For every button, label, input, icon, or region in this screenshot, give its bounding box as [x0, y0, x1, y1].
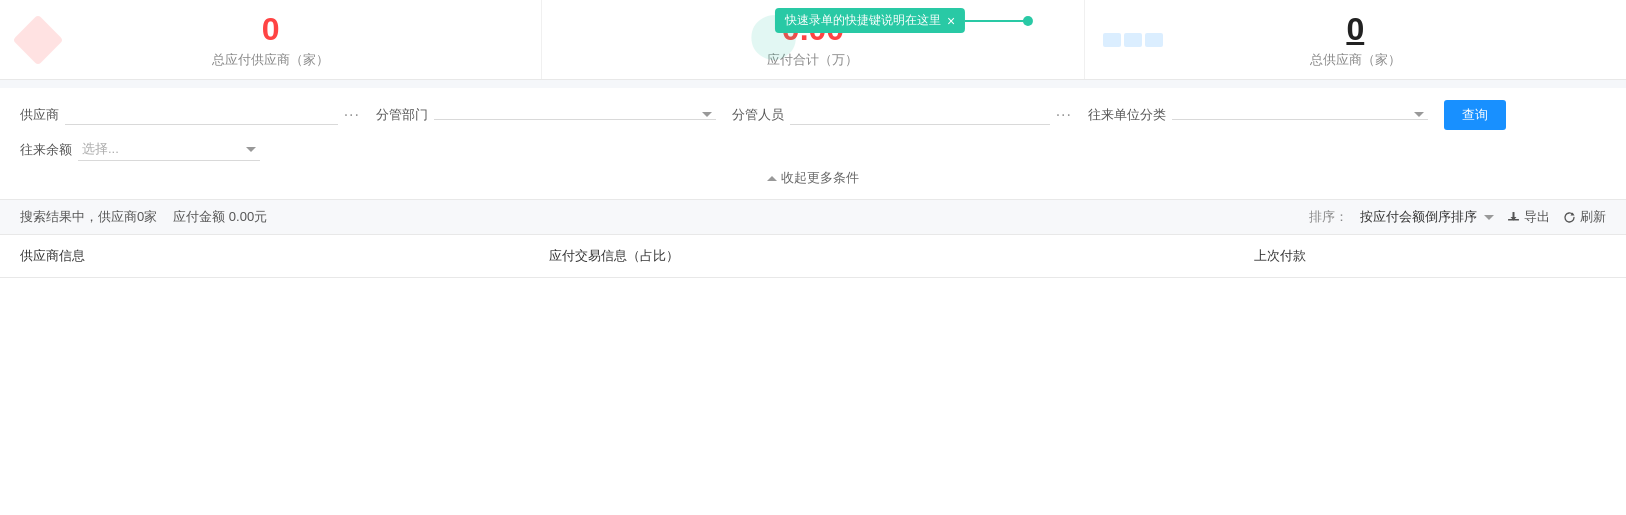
diamond-logo-icon: ★: [12, 14, 64, 66]
filter-area: 供应商 ··· 分管部门 分管人员 ··· 往来单位分类 查询: [0, 88, 1626, 200]
stats-bar: ★ 0 总应付供应商（家） ⬤ 0.00 应付合计（万） 快速录单的快捷键说明在…: [0, 0, 1626, 80]
col-transaction-header: 应付交易信息（占比）: [549, 247, 1254, 265]
person-input[interactable]: [790, 105, 1050, 125]
payable-suppliers-number: 0: [262, 10, 280, 48]
refresh-button[interactable]: 刷新: [1562, 208, 1606, 226]
boxes-icon: [1103, 33, 1163, 47]
stat-payable-total: ⬤ 0.00 应付合计（万） 快速录单的快捷键说明在这里 ×: [542, 0, 1084, 79]
stat-total-payable-suppliers: ★ 0 总应付供应商（家）: [0, 0, 542, 79]
unit-category-chevron-icon: [1414, 112, 1424, 117]
export-icon: [1506, 210, 1520, 224]
department-filter-group: 分管部门: [376, 106, 716, 124]
person-dots[interactable]: ···: [1056, 106, 1072, 124]
collapse-label: 收起更多条件: [781, 169, 859, 187]
total-suppliers-label: 总供应商（家）: [1310, 51, 1401, 69]
supplier-filter-group: 供应商 ···: [20, 105, 360, 125]
supplier-input[interactable]: [65, 105, 338, 125]
export-button[interactable]: 导出: [1506, 208, 1550, 226]
result-bar: 搜索结果中，供应商0家 应付金额 0.00元 排序： 按应付会额倒序排序 导出: [0, 200, 1626, 235]
department-label: 分管部门: [376, 106, 428, 124]
table-body: [0, 278, 1626, 515]
result-actions: 排序： 按应付会额倒序排序 导出 刷新: [1309, 208, 1606, 226]
result-suppliers: 搜索结果中，供应商0家: [20, 208, 157, 226]
query-button[interactable]: 查询: [1444, 100, 1506, 130]
collapse-button[interactable]: 收起更多条件: [767, 169, 859, 187]
svg-text:★: ★: [32, 31, 45, 47]
filter-row-1: 供应商 ··· 分管部门 分管人员 ··· 往来单位分类 查询: [20, 100, 1606, 130]
person-label: 分管人员: [732, 106, 784, 124]
unit-category-select[interactable]: [1172, 110, 1428, 120]
table-header: 供应商信息 应付交易信息（占比） 上次付款: [0, 235, 1626, 278]
export-label: 导出: [1524, 208, 1550, 226]
collapse-arrow-icon: [767, 176, 777, 181]
department-select[interactable]: [434, 110, 716, 120]
unit-category-label: 往来单位分类: [1088, 106, 1166, 124]
result-summary: 搜索结果中，供应商0家 应付金额 0.00元: [20, 208, 267, 226]
person-filter-group: 分管人员 ···: [732, 105, 1072, 125]
result-amount: 应付金额 0.00元: [173, 208, 267, 226]
col-supplier-header: 供应商信息: [20, 247, 549, 265]
tooltip-dot: [1023, 16, 1033, 26]
balance-label: 往来余额: [20, 141, 72, 159]
filter-row-2: 往来余额 选择...: [20, 138, 1606, 161]
sort-select[interactable]: 按应付会额倒序排序: [1360, 208, 1494, 226]
department-chevron-icon: [702, 112, 712, 117]
supplier-dots[interactable]: ···: [344, 106, 360, 124]
sort-chevron-icon: [1484, 215, 1494, 220]
balance-filter-group: 往来余额 选择...: [20, 138, 260, 161]
balance-select[interactable]: 选择...: [78, 138, 260, 161]
stat-total-suppliers: 0 总供应商（家）: [1085, 0, 1626, 79]
sort-label: 排序：: [1309, 208, 1348, 226]
payable-suppliers-label: 总应付供应商（家）: [212, 51, 329, 69]
tooltip-text: 快速录单的快捷键说明在这里: [785, 12, 941, 29]
col-lastpay-header: 上次付款: [1254, 247, 1606, 265]
tooltip-close-button[interactable]: ×: [947, 14, 955, 28]
refresh-label: 刷新: [1580, 208, 1606, 226]
supplier-label: 供应商: [20, 106, 59, 124]
shortcut-tooltip: 快速录单的快捷键说明在这里 ×: [775, 8, 965, 33]
balance-placeholder: 选择...: [82, 140, 119, 158]
total-suppliers-number: 0: [1346, 10, 1364, 48]
sort-value: 按应付会额倒序排序: [1360, 208, 1477, 226]
balance-chevron-icon: [246, 147, 256, 152]
refresh-icon: [1562, 210, 1576, 224]
unit-category-filter-group: 往来单位分类: [1088, 106, 1428, 124]
